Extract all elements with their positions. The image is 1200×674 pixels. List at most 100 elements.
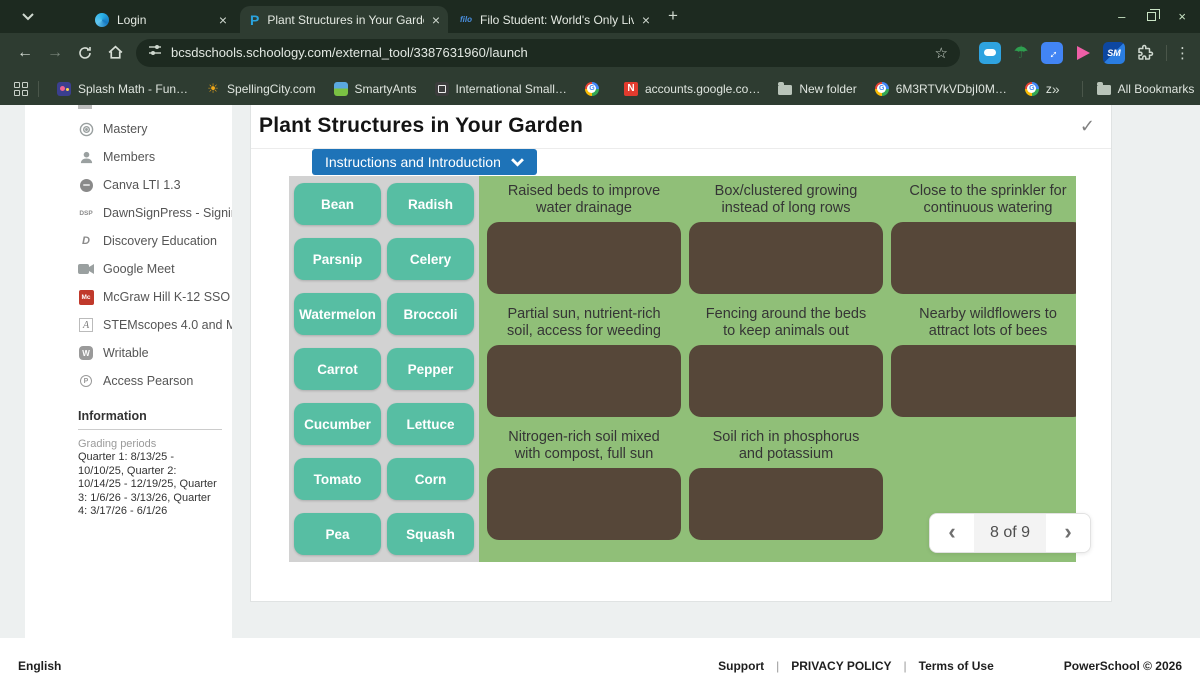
drop-zone[interactable] [487, 345, 681, 417]
plant-tile-pea[interactable]: Pea [294, 513, 381, 555]
drop-zone[interactable] [891, 222, 1076, 294]
back-button[interactable]: ← [10, 38, 40, 68]
sidebar-item-pearson[interactable]: P Access Pearson [25, 367, 232, 395]
international-icon [434, 81, 449, 96]
google-icon [874, 81, 889, 96]
drop-zone[interactable] [689, 468, 883, 540]
extensions-puzzle-icon[interactable] [1134, 42, 1156, 64]
clue-text: Partial sun, nutrient-rich soil, access f… [507, 306, 661, 339]
tab-filo-student[interactable]: filo Filo Student: World's Only Live I × [450, 6, 658, 33]
plant-tile-corn[interactable]: Corn [387, 458, 474, 500]
classlink-icon [95, 12, 109, 27]
extension-umbrella-icon[interactable]: ☂ [1010, 42, 1032, 64]
filo-icon: filo [460, 15, 472, 24]
copyright-text: PowerSchool © 2026 [1063, 659, 1182, 673]
folder-icon [1096, 81, 1111, 95]
tab-close-icon[interactable]: × [219, 12, 227, 28]
plant-tile-squash[interactable]: Squash [387, 513, 474, 555]
bookmark-item[interactable]: International Small… [434, 81, 567, 96]
assignment-header: Plant Structures in Your Garden ✓ [251, 105, 1111, 149]
clue-cell: Raised beds to improve water drainage [487, 181, 681, 294]
spellingcity-icon: ☀ [207, 80, 219, 96]
plant-tile-watermelon[interactable]: Watermelon [294, 293, 381, 335]
bookmark-item[interactable]: 6M3RTVkVDbjI0M… [874, 81, 1007, 96]
instructions-button[interactable]: Instructions and Introduction [312, 149, 537, 175]
home-button[interactable] [100, 38, 130, 68]
terms-of-use-link[interactable]: Terms of Use [919, 659, 994, 673]
sidebar-item-canva[interactable]: Canva LTI 1.3 [25, 171, 232, 199]
assignment-card: Plant Structures in Your Garden ✓ Instru… [250, 105, 1112, 602]
clue-text: Raised beds to improve water drainage [507, 183, 661, 216]
extension-sm-icon[interactable]: SM [1103, 41, 1125, 64]
dsp-icon: DSP [79, 209, 93, 217]
drop-zone[interactable] [487, 468, 681, 540]
plant-tile-celery[interactable]: Celery [387, 238, 474, 280]
bookmark-item[interactable]: Splash Math - Fun… [57, 81, 188, 96]
pearson-icon: P [78, 373, 94, 389]
browser-menu-icon[interactable]: ⋮ [1175, 44, 1190, 62]
window-close-button[interactable]: × [1178, 9, 1186, 24]
extension-resize-icon[interactable]: ↔ [1041, 41, 1063, 64]
next-page-button[interactable]: › [1046, 514, 1090, 552]
sidebar-item-discovery[interactable]: D Discovery Education [25, 227, 232, 255]
sidebar-item-members[interactable]: Members [25, 143, 232, 171]
drop-zone[interactable] [891, 345, 1076, 417]
page-footer: English Support | PRIVACY POLICY | Terms… [0, 638, 1200, 674]
drop-zone[interactable] [689, 345, 883, 417]
tab-close-icon[interactable]: × [642, 12, 650, 28]
page-indicator: 8 of 9 [974, 514, 1046, 552]
plant-tile-parsnip[interactable]: Parsnip [294, 238, 381, 280]
sidebar-item-mcgraw[interactable]: Mc McGraw Hill K-12 SSO [25, 283, 232, 311]
forward-button[interactable]: → [40, 38, 70, 68]
splashmath-icon [57, 81, 71, 96]
sidebar-item-mastery[interactable]: Mastery [25, 115, 232, 143]
discovery-icon: D [82, 235, 90, 247]
extension-arrow-icon[interactable] [1072, 42, 1094, 64]
tab-search-icon[interactable] [22, 8, 34, 26]
plant-tile-carrot[interactable]: Carrot [294, 348, 381, 390]
new-tab-button[interactable]: + [668, 6, 678, 26]
language-selector[interactable]: English [18, 659, 61, 673]
privacy-policy-link[interactable]: PRIVACY POLICY [791, 659, 891, 673]
bookmark-item[interactable]: N accounts.google.co… [623, 81, 760, 96]
extension-cloud-icon[interactable] [979, 41, 1001, 64]
tab-close-icon[interactable]: × [432, 12, 440, 28]
tab-plant-structures[interactable]: P Plant Structures in Your Garden × [240, 6, 448, 33]
garden-activity: Bean Radish Parsnip Celery Watermelon Br… [289, 176, 1076, 562]
drop-zone[interactable] [689, 222, 883, 294]
support-link[interactable]: Support [718, 659, 764, 673]
plant-tile-tomato[interactable]: Tomato [294, 458, 381, 500]
plant-tile-broccoli[interactable]: Broccoli [387, 293, 474, 335]
site-settings-icon[interactable] [148, 43, 162, 62]
bookmarks-overflow-icon[interactable]: » [1052, 81, 1060, 97]
plant-tile-cucumber[interactable]: Cucumber [294, 403, 381, 445]
apps-grid-icon[interactable] [14, 81, 28, 96]
bookmark-item[interactable] [584, 81, 606, 96]
bookmark-item[interactable]: SmartyAnts [333, 81, 417, 96]
drop-zone[interactable] [487, 222, 681, 294]
clue-cell: Partial sun, nutrient-rich soil, access f… [487, 304, 681, 417]
prev-page-button[interactable]: ‹ [930, 514, 974, 552]
sidebar-item-dawnsignpress[interactable]: DSP DawnSignPress - Signin… [25, 199, 232, 227]
garden-board: Raised beds to improve water drainage Box… [479, 176, 1076, 562]
url-text[interactable]: bcsdschools.schoology.com/external_tool/… [171, 45, 926, 60]
url-bar[interactable]: bcsdschools.schoology.com/external_tool/… [136, 38, 960, 67]
clue-text: Nitrogen-rich soil mixed with compost, fu… [508, 429, 660, 462]
sidebar-item-google-meet[interactable]: Google Meet [25, 255, 232, 283]
bookmark-star-icon[interactable]: ☆ [935, 44, 948, 62]
clue-cell: Soil rich in phosphorus and potassium [689, 427, 883, 540]
plant-tile-radish[interactable]: Radish [387, 183, 474, 225]
bookmark-folder[interactable]: New folder [778, 81, 857, 96]
reload-button[interactable] [70, 38, 100, 68]
sidebar-item-writable[interactable]: W Writable [25, 339, 232, 367]
restore-button[interactable] [1147, 9, 1161, 21]
bookmark-item[interactable]: z [1024, 81, 1052, 96]
plant-tile-bean[interactable]: Bean [294, 183, 381, 225]
all-bookmarks-button[interactable]: All Bookmarks [1096, 81, 1194, 96]
plant-tile-pepper[interactable]: Pepper [387, 348, 474, 390]
bookmark-item[interactable]: ☀ SpellingCity.com [206, 80, 315, 96]
plant-tile-lettuce[interactable]: Lettuce [387, 403, 474, 445]
sidebar-item-stemscopes[interactable]: A STEMscopes 4.0 and M… [25, 311, 232, 339]
minimize-button[interactable]: – [1118, 9, 1125, 24]
tab-login[interactable]: Login × [85, 6, 235, 33]
